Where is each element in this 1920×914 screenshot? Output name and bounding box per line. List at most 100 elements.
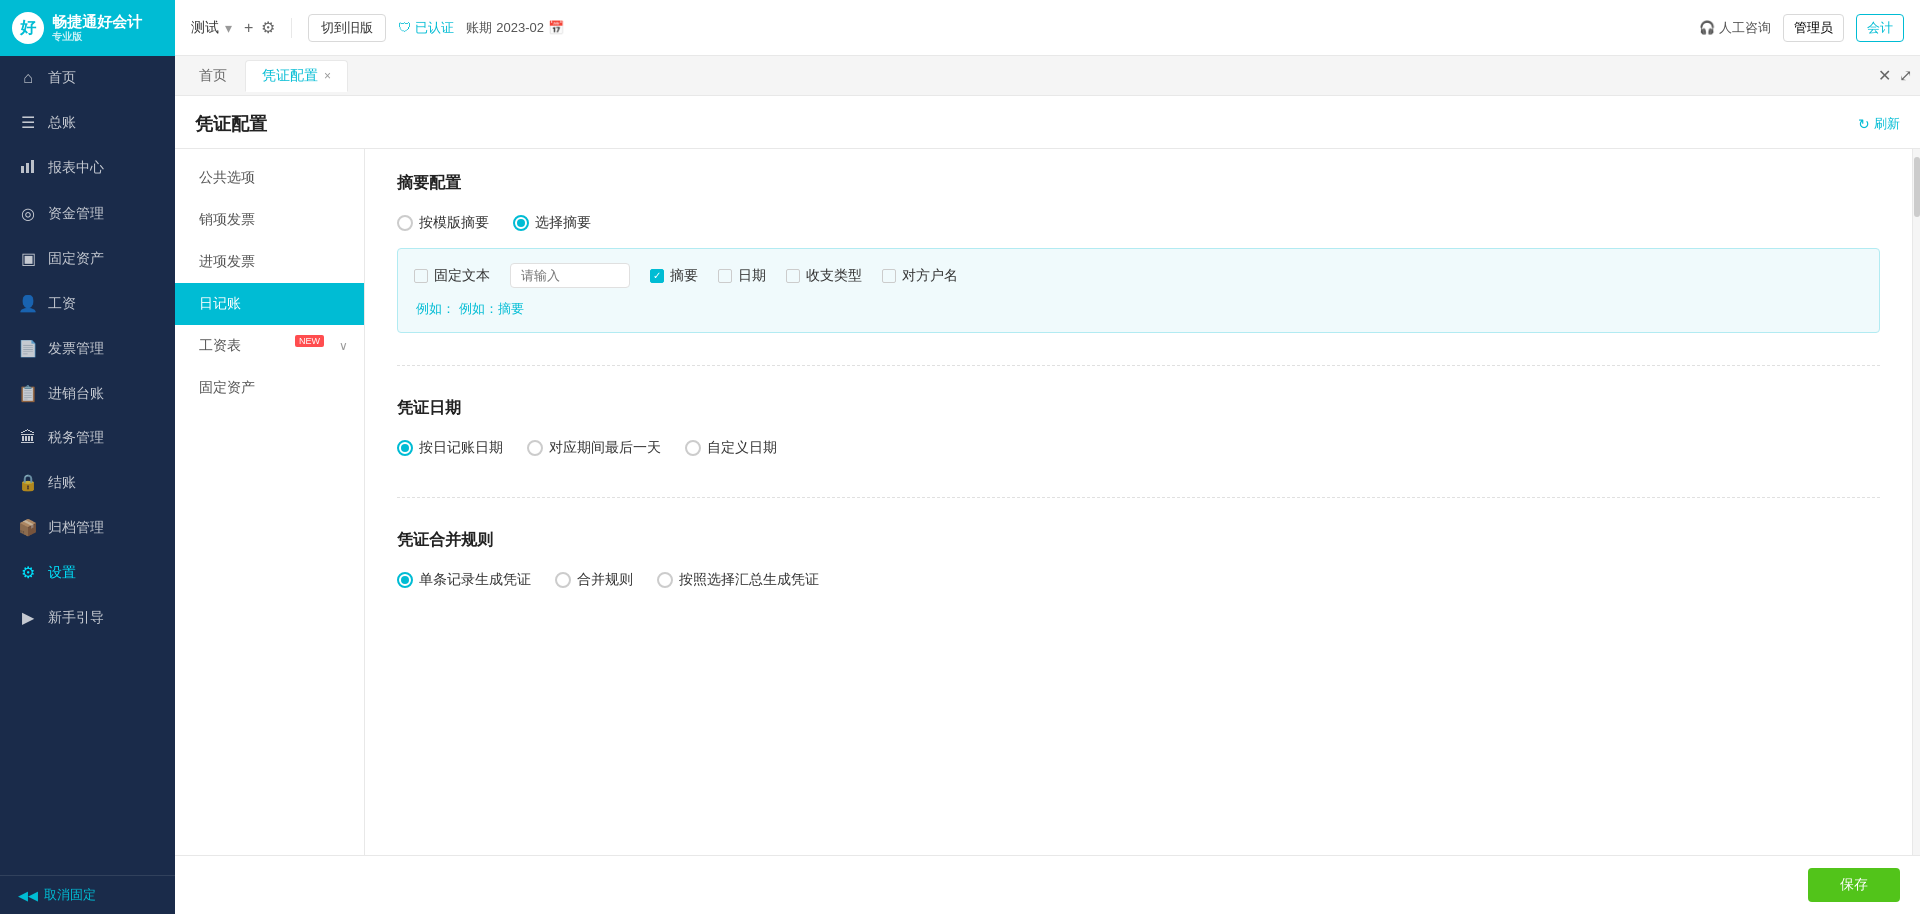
left-nav-public[interactable]: 公共选项: [175, 157, 364, 199]
main-wrapper: 测试 ▾ + ⚙ 切到旧版 🛡 已认证 账期 2023-02 📅 🎧 人工咨询 …: [175, 0, 1920, 914]
left-nav-fixed-asset[interactable]: 固定资产: [175, 367, 364, 409]
checkbox-type[interactable]: 收支类型: [786, 267, 862, 285]
sidebar-logo: 好 畅捷通好会计 专业版: [0, 0, 175, 56]
radio-single-circle: [397, 572, 413, 588]
logo-sub: 专业版: [52, 31, 142, 43]
tab-config[interactable]: 凭证配置 ×: [245, 60, 348, 92]
checkbox-date[interactable]: 日期: [718, 267, 766, 285]
radio-period-circle: [527, 440, 543, 456]
dropdown-icon[interactable]: ▾: [225, 20, 232, 36]
tab-bar-right: ✕ ⤢: [1878, 66, 1912, 85]
sidebar-item-report[interactable]: 报表中心: [0, 145, 175, 191]
merge-radio-rule[interactable]: 合并规则: [555, 571, 633, 589]
refresh-btn[interactable]: ↻ 刷新: [1858, 115, 1900, 133]
consult-label: 人工咨询: [1719, 19, 1771, 37]
sidebar-item-tax[interactable]: 🏛 税务管理: [0, 416, 175, 460]
sidebar-item-archive[interactable]: 📦 归档管理: [0, 505, 175, 550]
radio-summary-label: 按照选择汇总生成凭证: [679, 571, 819, 589]
summary-radio-select[interactable]: 选择摘要: [513, 214, 591, 232]
checkbox-counterpart[interactable]: 对方户名: [882, 267, 958, 285]
sidebar-item-settings[interactable]: ⚙ 设置: [0, 550, 175, 595]
radio-diary-label: 按日记账日期: [419, 439, 503, 457]
close-account-icon: 🔒: [18, 473, 38, 492]
date-radio-group: 按日记账日期 对应期间最后一天 自定义日期: [397, 439, 1880, 457]
merge-radio-summary[interactable]: 按照选择汇总生成凭证: [657, 571, 819, 589]
checkbox-summary-box: ✓: [650, 269, 664, 283]
radio-diary-circle: [397, 440, 413, 456]
radio-custom-label: 自定义日期: [707, 439, 777, 457]
svg-rect-2: [31, 160, 34, 173]
radio-single-label: 单条记录生成凭证: [419, 571, 531, 589]
sidebar-item-salary[interactable]: 👤 工资: [0, 281, 175, 326]
tab-close-window-icon[interactable]: ✕: [1878, 66, 1891, 85]
summary-options-box: 固定文本 ✓ 摘要 日期: [397, 248, 1880, 333]
example-text: 例如： 例如：摘要: [414, 300, 1863, 318]
fixed-text-input[interactable]: [510, 263, 630, 288]
sidebar-label-archive: 归档管理: [48, 519, 104, 537]
inner-layout: 公共选项 销项发票 进项发票 日记账 工资表 NEW ∨ 固定资产: [175, 149, 1920, 855]
settings-icon: ⚙: [18, 563, 38, 582]
date-radio-diary[interactable]: 按日记账日期: [397, 439, 503, 457]
checkbox-type-box: [786, 269, 800, 283]
archive-icon: 📦: [18, 518, 38, 537]
sidebar-item-guide[interactable]: ▶ 新手引导: [0, 595, 175, 640]
left-nav-sales[interactable]: 销项发票: [175, 199, 364, 241]
sidebar-item-home[interactable]: ⌂ 首页: [0, 56, 175, 100]
add-project-btn[interactable]: +: [244, 19, 253, 37]
merge-radio-single[interactable]: 单条记录生成凭证: [397, 571, 531, 589]
cancel-fixed-btn[interactable]: ◀◀ 取消固定: [0, 875, 175, 914]
topbar-settings-btn[interactable]: ⚙: [261, 18, 275, 37]
sidebar-item-ledger[interactable]: ☰ 总账: [0, 100, 175, 145]
left-nav-payroll[interactable]: 工资表 NEW ∨: [175, 325, 364, 367]
sidebar-label-trade: 进销台账: [48, 385, 104, 403]
left-nav-sales-label: 销项发票: [199, 211, 255, 227]
tab-close-icon[interactable]: ×: [324, 69, 331, 83]
payroll-chevron-icon: ∨: [339, 339, 348, 353]
consult-btn[interactable]: 🎧 人工咨询: [1699, 19, 1771, 37]
sidebar-label-capital: 资金管理: [48, 205, 104, 223]
sidebar-item-close[interactable]: 🔒 结账: [0, 460, 175, 505]
svg-rect-0: [21, 166, 24, 173]
assets-icon: ▣: [18, 249, 38, 268]
summary-radio-template[interactable]: 按模版摘要: [397, 214, 489, 232]
checkbox-fixed-text-label: 固定文本: [434, 267, 490, 285]
save-btn[interactable]: 保存: [1808, 868, 1900, 902]
accountant-btn[interactable]: 会计: [1856, 14, 1904, 42]
left-arrow-icon: ◀◀: [18, 888, 38, 903]
tab-expand-icon[interactable]: ⤢: [1899, 66, 1912, 85]
verified-label: 已认证: [415, 19, 454, 37]
left-nav-purchase-label: 进项发票: [199, 253, 255, 269]
sidebar-label-assets: 固定资产: [48, 250, 104, 268]
topbar-project: 测试 ▾: [191, 19, 232, 37]
sidebar-item-invoice[interactable]: 📄 发票管理: [0, 326, 175, 371]
headset-icon: 🎧: [1699, 20, 1715, 35]
left-nav-diary[interactable]: 日记账: [175, 283, 364, 325]
left-nav-payroll-label: 工资表: [199, 337, 241, 355]
sidebar-label-salary: 工资: [48, 295, 76, 313]
date-radio-custom[interactable]: 自定义日期: [685, 439, 777, 457]
checkbox-fixed-text[interactable]: 固定文本: [414, 267, 490, 285]
radio-period-label: 对应期间最后一天: [549, 439, 661, 457]
sidebar-item-assets[interactable]: ▣ 固定资产: [0, 236, 175, 281]
page-title: 凭证配置: [195, 112, 267, 136]
switch-old-btn[interactable]: 切到旧版: [308, 14, 386, 42]
cancel-fixed-label: 取消固定: [44, 886, 96, 904]
shield-icon: 🛡: [398, 20, 411, 35]
calendar-icon[interactable]: 📅: [548, 20, 564, 35]
manager-btn[interactable]: 管理员: [1783, 14, 1844, 42]
page-content-area: 凭证配置 ↻ 刷新 公共选项 销项发票 进项发票 日记账: [175, 96, 1920, 914]
checkbox-summary-label: 摘要: [670, 267, 698, 285]
section-date: 凭证日期 按日记账日期 对应期间最后一天 自定义日期: [397, 398, 1880, 498]
tab-home[interactable]: 首页: [183, 60, 243, 92]
right-scrollbar[interactable]: [1912, 149, 1920, 855]
merge-title: 凭证合并规则: [397, 530, 1880, 551]
checkbox-row: 固定文本 ✓ 摘要 日期: [414, 263, 1863, 288]
sidebar-item-trade[interactable]: 📋 进销台账: [0, 371, 175, 416]
refresh-icon: ↻: [1858, 116, 1870, 132]
logo-text: 畅捷通好会计 专业版: [52, 13, 142, 43]
left-nav-purchase[interactable]: 进项发票: [175, 241, 364, 283]
sidebar-item-capital[interactable]: ◎ 资金管理: [0, 191, 175, 236]
checkbox-summary[interactable]: ✓ 摘要: [650, 267, 698, 285]
summary-radio-group: 按模版摘要 选择摘要: [397, 214, 1880, 232]
date-radio-period[interactable]: 对应期间最后一天: [527, 439, 661, 457]
